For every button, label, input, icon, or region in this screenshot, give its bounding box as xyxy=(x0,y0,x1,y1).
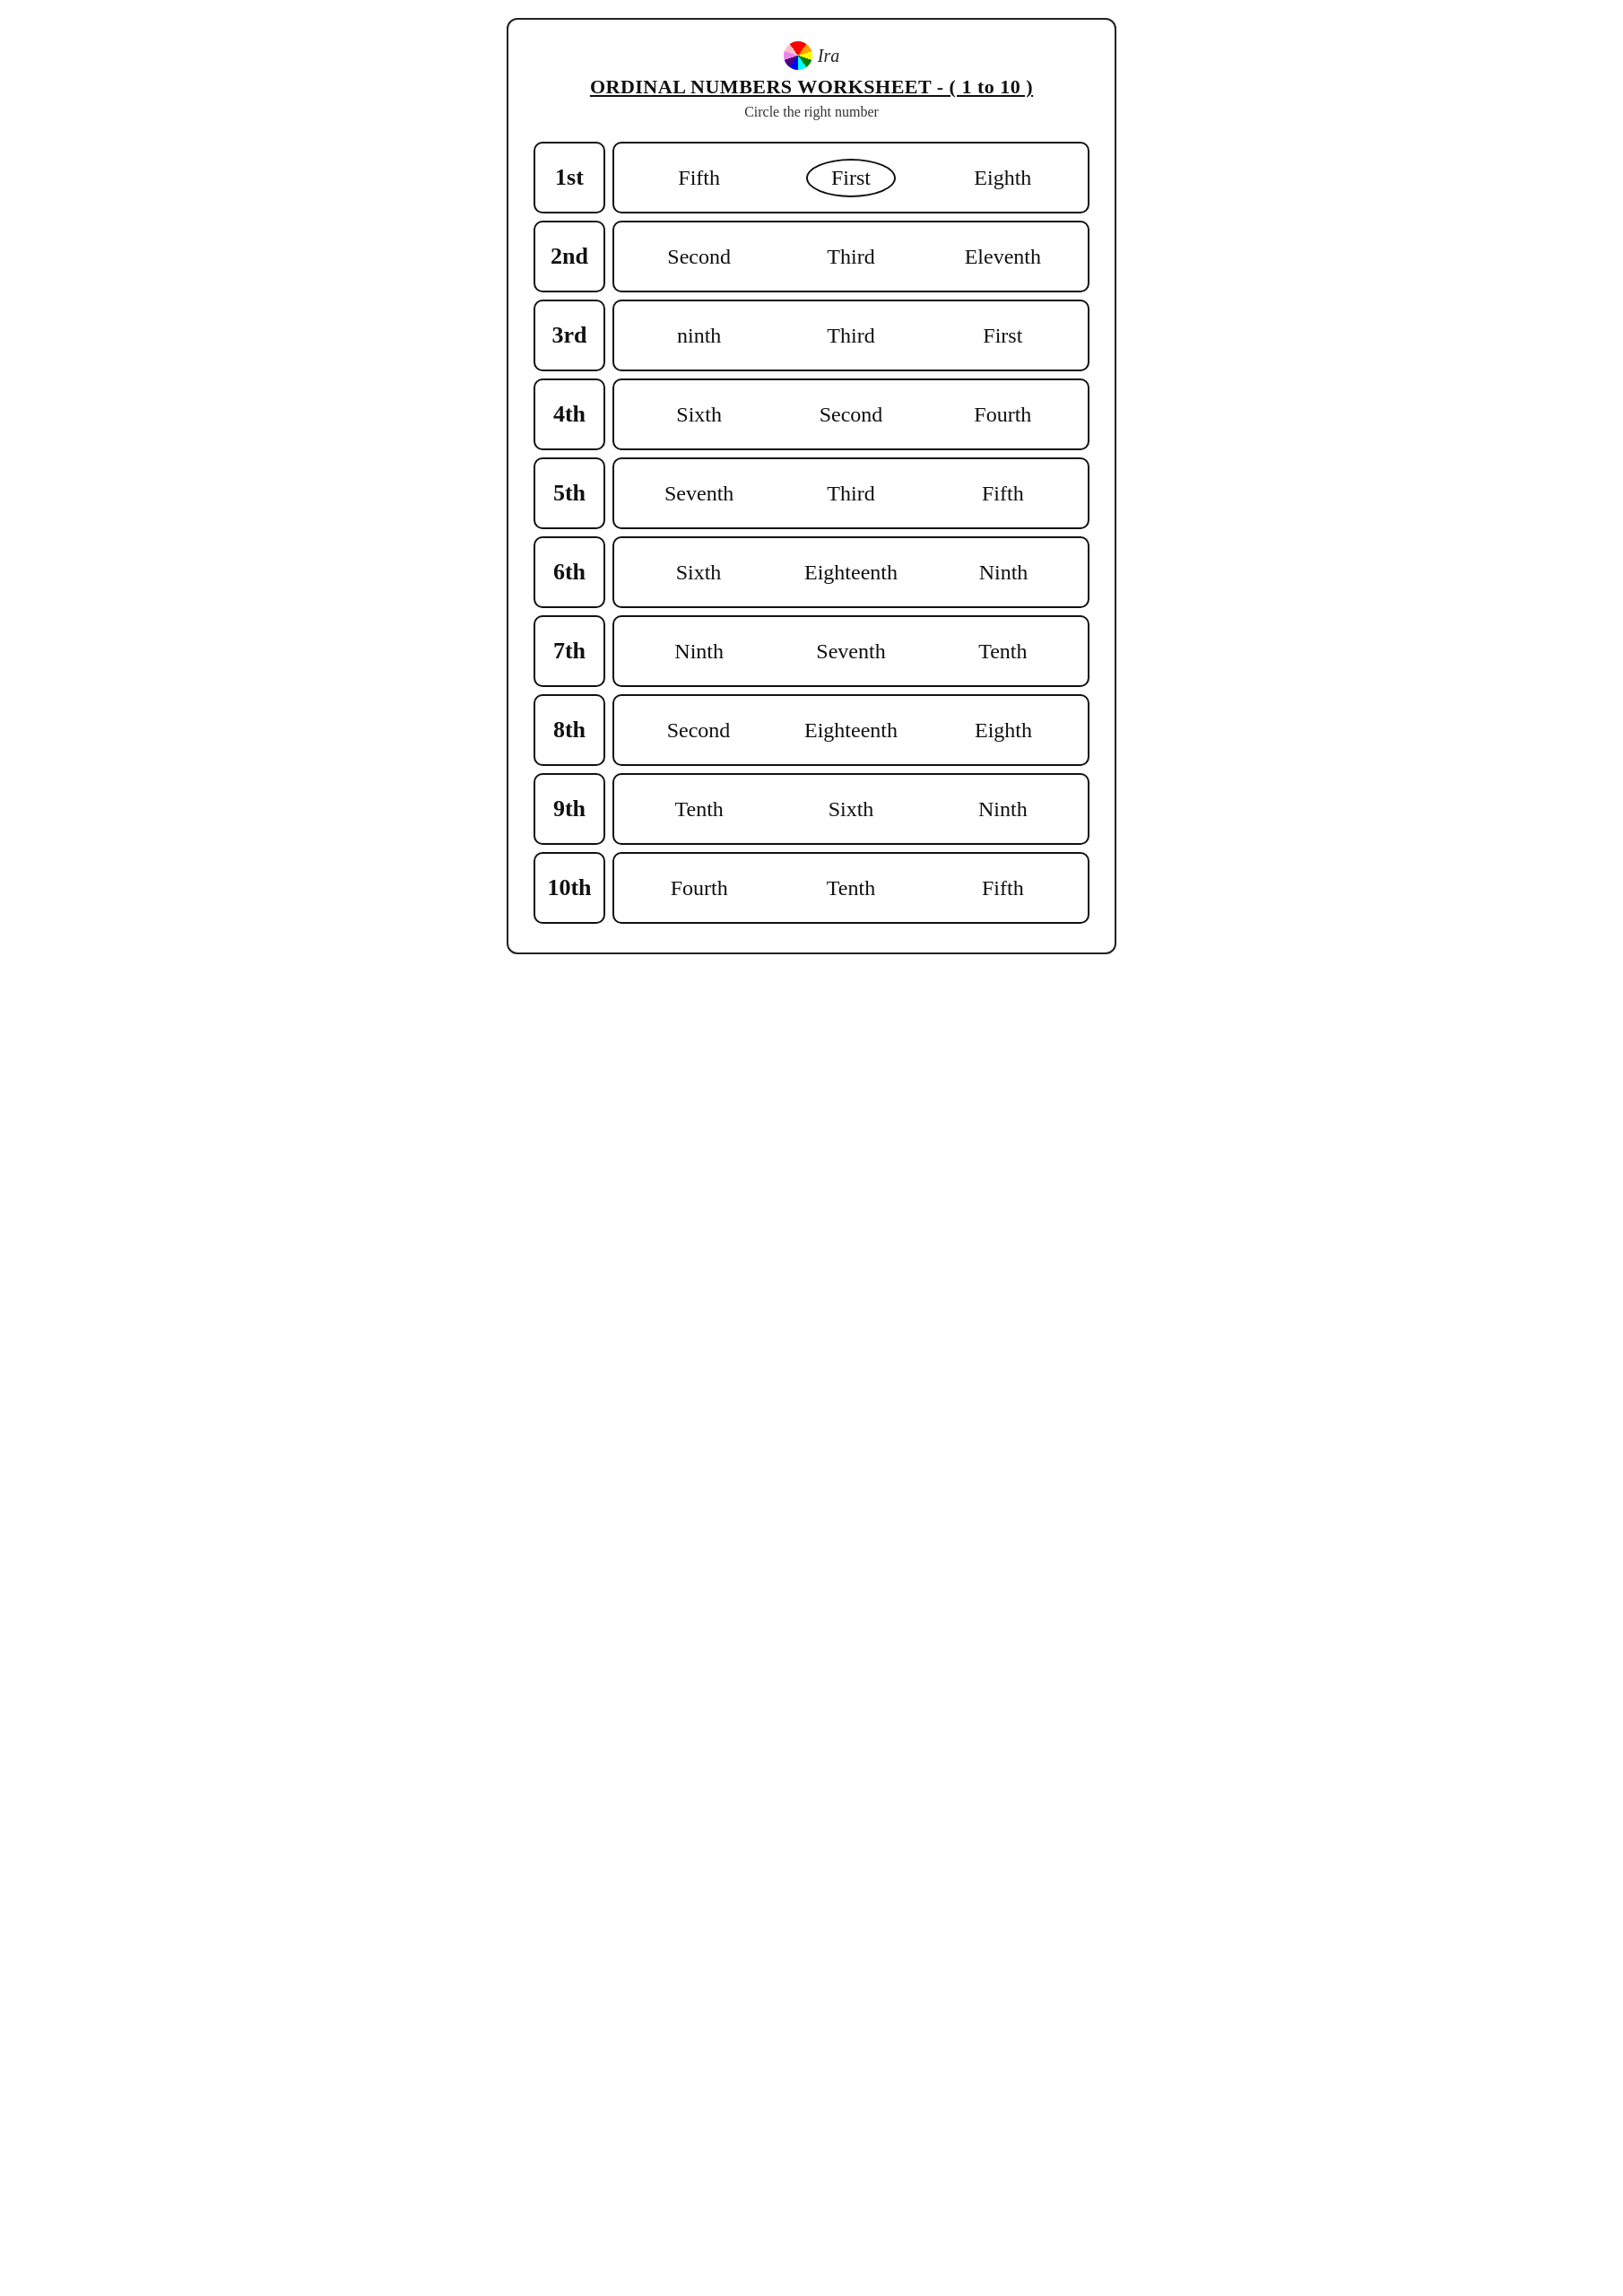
option-3[interactable]: Fourth xyxy=(958,403,1047,427)
worksheet-row: 10th Fourth Tenth Fifth xyxy=(534,852,1089,924)
option-1[interactable]: ninth xyxy=(655,324,744,348)
option-3[interactable]: First xyxy=(958,324,1047,348)
options-cell: Tenth Sixth Ninth xyxy=(612,773,1089,845)
options-cell: Fifth First Eighth xyxy=(612,142,1089,213)
worksheet-row: 9th Tenth Sixth Ninth xyxy=(534,773,1089,845)
option-1[interactable]: Fifth xyxy=(655,166,744,190)
worksheet-row: 6th Sixth Eighteenth Ninth xyxy=(534,536,1089,608)
ordinal-label: 5th xyxy=(534,457,605,529)
worksheet-row: 7th Ninth Seventh Tenth xyxy=(534,615,1089,687)
option-1[interactable]: Sixth xyxy=(654,561,743,585)
option-2[interactable]: Eighteenth xyxy=(804,561,898,585)
ordinal-label: 2nd xyxy=(534,221,605,292)
worksheet-page: Ira ORDINAL NUMBERS WORKSHEET - ( 1 to 1… xyxy=(507,18,1116,954)
option-3[interactable]: Fifth xyxy=(958,482,1047,506)
ordinal-label: 9th xyxy=(534,773,605,845)
worksheet-row: 3rd ninth Third First xyxy=(534,300,1089,371)
worksheet-row: 1st Fifth First Eighth xyxy=(534,142,1089,213)
worksheet-row: 8th Second Eighteenth Eighth xyxy=(534,694,1089,766)
option-1[interactable]: Fourth xyxy=(655,876,744,900)
worksheet-grid: 1st Fifth First Eighth 2nd Second Third Elevent… xyxy=(534,142,1089,924)
subtitle: Circle the right number xyxy=(744,104,879,120)
options-cell: Second Third Eleventh xyxy=(612,221,1089,292)
options-cell: Fourth Tenth Fifth xyxy=(612,852,1089,924)
option-1[interactable]: Sixth xyxy=(655,403,744,427)
ordinal-label: 1st xyxy=(534,142,605,213)
option-2[interactable]: Eighteenth xyxy=(804,718,898,743)
main-title: ORDINAL NUMBERS WORKSHEET - ( 1 to 10 ) xyxy=(590,75,1033,99)
options-cell: Seventh Third Fifth xyxy=(612,457,1089,529)
ordinal-label: 6th xyxy=(534,536,605,608)
option-3[interactable]: Eighth xyxy=(959,718,1048,743)
options-cell: ninth Third First xyxy=(612,300,1089,371)
options-cell: Sixth Eighteenth Ninth xyxy=(612,536,1089,608)
option-3[interactable]: Ninth xyxy=(959,561,1048,585)
option-2[interactable]: First xyxy=(806,159,896,197)
logo-icon xyxy=(784,41,812,70)
option-2[interactable]: Seventh xyxy=(806,639,896,664)
option-1[interactable]: Second xyxy=(654,718,743,743)
options-cell: Sixth Second Fourth xyxy=(612,378,1089,450)
option-3[interactable]: Eleventh xyxy=(958,245,1047,269)
option-1[interactable]: Second xyxy=(655,245,744,269)
brand-name: Ira xyxy=(818,46,839,66)
worksheet-row: 2nd Second Third Eleventh xyxy=(534,221,1089,292)
option-3[interactable]: Ninth xyxy=(958,797,1047,822)
worksheet-row: 5th Seventh Third Fifth xyxy=(534,457,1089,529)
option-1[interactable]: Ninth xyxy=(655,639,744,664)
option-1[interactable]: Tenth xyxy=(655,797,744,822)
option-1[interactable]: Seventh xyxy=(655,482,744,506)
option-3[interactable]: Eighth xyxy=(958,166,1047,190)
ordinal-label: 7th xyxy=(534,615,605,687)
worksheet-row: 4th Sixth Second Fourth xyxy=(534,378,1089,450)
option-2[interactable]: Third xyxy=(806,324,896,348)
header: Ira ORDINAL NUMBERS WORKSHEET - ( 1 to 1… xyxy=(534,41,1089,133)
options-cell: Second Eighteenth Eighth xyxy=(612,694,1089,766)
option-3[interactable]: Tenth xyxy=(958,639,1047,664)
options-cell: Ninth Seventh Tenth xyxy=(612,615,1089,687)
ordinal-label: 8th xyxy=(534,694,605,766)
ordinal-label: 4th xyxy=(534,378,605,450)
option-2[interactable]: Tenth xyxy=(806,876,896,900)
option-2[interactable]: Sixth xyxy=(806,797,896,822)
option-2[interactable]: Third xyxy=(806,482,896,506)
option-2[interactable]: Third xyxy=(806,245,896,269)
ordinal-label: 3rd xyxy=(534,300,605,371)
option-3[interactable]: Fifth xyxy=(958,876,1047,900)
ordinal-label: 10th xyxy=(534,852,605,924)
logo-area: Ira xyxy=(784,41,839,70)
option-2[interactable]: Second xyxy=(806,403,896,427)
